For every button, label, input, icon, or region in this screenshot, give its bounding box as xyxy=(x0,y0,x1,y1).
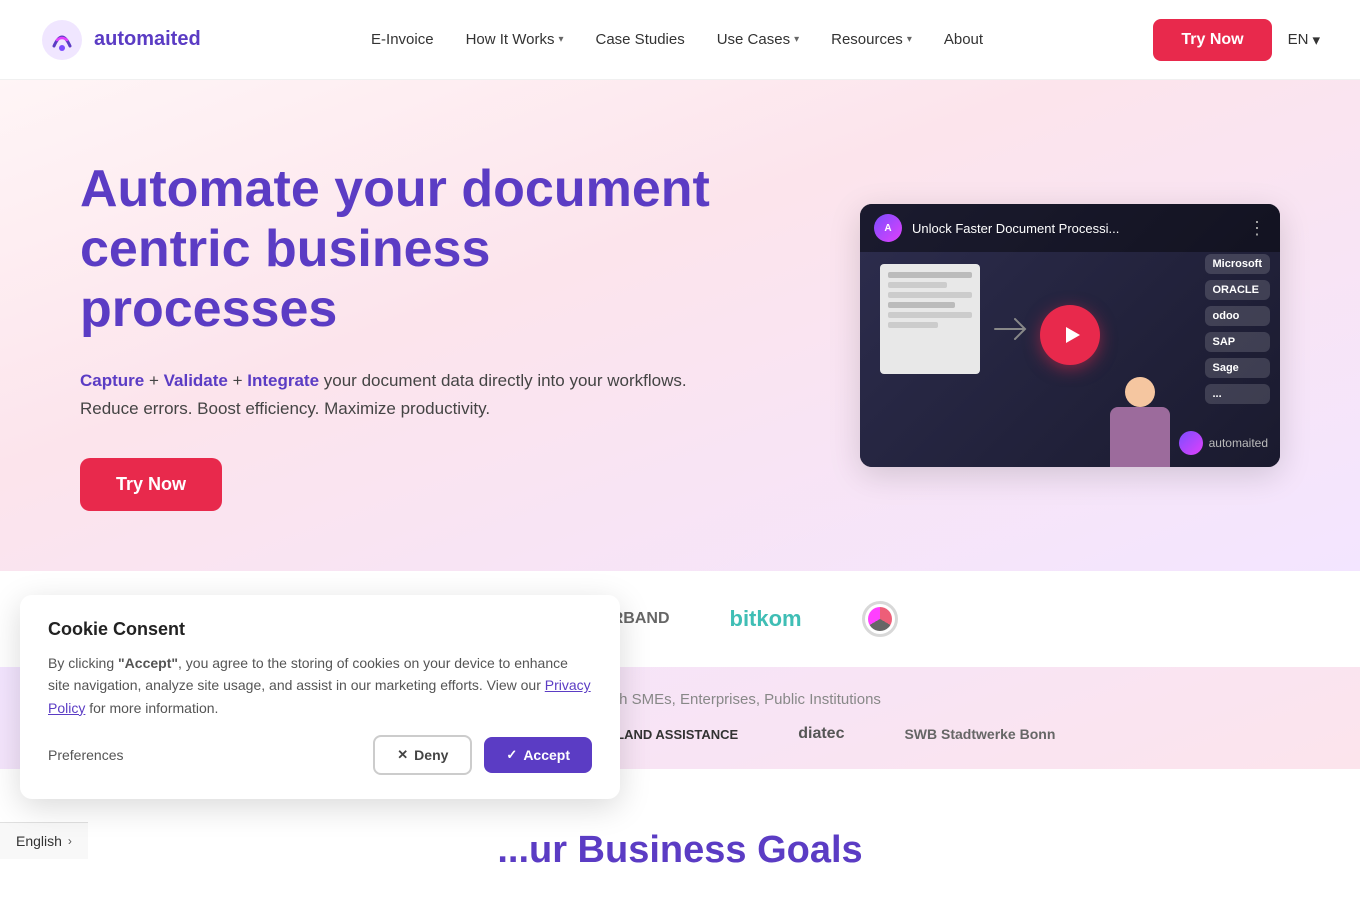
nav-right: Try Now EN ▾ xyxy=(1153,19,1320,61)
cookie-accept-word: "Accept" xyxy=(118,655,178,671)
logo-text: automaited xyxy=(94,28,201,51)
business-title: ...ur Business Goals xyxy=(80,829,1280,872)
hero-capture: Capture xyxy=(80,371,144,390)
lang-bar[interactable]: English › xyxy=(0,822,88,859)
arrow-icon xyxy=(990,314,1030,344)
play-button[interactable] xyxy=(1040,305,1100,365)
cookie-text1: By clicking xyxy=(48,655,118,671)
oracle-circle-icon xyxy=(862,601,898,637)
bitkom-text: bitkom xyxy=(730,606,802,632)
hero-section: Automate your document centric business … xyxy=(0,80,1360,571)
document-preview xyxy=(880,264,980,374)
navbar: automaited E-Invoice How It Works▾ Case … xyxy=(0,0,1360,80)
person-silhouette xyxy=(1100,377,1180,467)
cookie-preferences[interactable]: Preferences xyxy=(48,747,123,763)
hero-left: Automate your document centric business … xyxy=(80,160,720,511)
hero-subtitle: Capture + Validate + Integrate your docu… xyxy=(80,367,720,421)
nav-case-studies[interactable]: Case Studies xyxy=(596,31,685,48)
hero-right: A Unlock Faster Document Processi... ⋮ M… xyxy=(860,204,1280,467)
video-logo-icon: A xyxy=(874,214,902,242)
cookie-text3: for more information. xyxy=(85,700,218,716)
try-now-hero-button[interactable]: Try Now xyxy=(80,458,222,511)
nav-use-cases[interactable]: Use Cases▾ xyxy=(717,31,799,48)
video-title-text: Unlock Faster Document Processi... xyxy=(912,221,1119,236)
nav-einvoice[interactable]: E-Invoice xyxy=(371,31,434,48)
nav-links: E-Invoice How It Works▾ Case Studies Use… xyxy=(371,31,983,48)
cookie-title: Cookie Consent xyxy=(48,619,592,640)
video-bg: A Unlock Faster Document Processi... ⋮ M… xyxy=(860,204,1280,467)
nav-resources[interactable]: Resources▾ xyxy=(831,31,912,48)
nav-how-it-works[interactable]: How It Works▾ xyxy=(466,31,564,48)
accept-check-icon: ✓ xyxy=(506,747,517,763)
hero-title: Automate your document centric business … xyxy=(80,160,720,339)
cookie-accept-button[interactable]: ✓ Accept xyxy=(484,737,592,773)
brand-sap: SAP xyxy=(1205,332,1271,352)
brand-sage: Sage xyxy=(1205,358,1271,378)
oracle-logo xyxy=(862,601,898,637)
try-now-nav-button[interactable]: Try Now xyxy=(1153,19,1271,61)
brand-odoo: odoo xyxy=(1205,306,1271,326)
hero-validate: Validate xyxy=(164,371,228,390)
deny-x-icon: ✕ xyxy=(397,747,408,763)
bitkom-logo: bitkom xyxy=(730,606,802,632)
lang-selector[interactable]: EN ▾ xyxy=(1288,31,1320,49)
swb-text: SWB Stadtwerke Bonn xyxy=(904,726,1055,742)
cookie-consent: Cookie Consent By clicking "Accept", you… xyxy=(20,595,620,799)
cookie-actions: Preferences ✕ Deny ✓ Accept xyxy=(48,735,592,775)
lang-label: EN xyxy=(1288,31,1309,48)
brand-more: ... xyxy=(1205,384,1271,404)
brand-microsoft: Microsoft xyxy=(1205,254,1271,274)
how-it-works-chevron: ▾ xyxy=(558,34,563,45)
oracle-inner-icon xyxy=(868,607,892,631)
hero-plus2: + xyxy=(228,371,247,390)
logo[interactable]: automaited xyxy=(40,18,201,62)
swb-logo: SWB Stadtwerke Bonn xyxy=(904,726,1055,742)
diatec-logo: diatec xyxy=(798,725,844,743)
lang-bar-label: English xyxy=(16,833,62,849)
automaited-watermark: automaited xyxy=(1179,431,1268,455)
hero-plus1: + xyxy=(144,371,163,390)
nav-about[interactable]: About xyxy=(944,31,983,48)
lang-chevron: ▾ xyxy=(1312,31,1320,49)
cookie-body: By clicking "Accept", you agree to the s… xyxy=(48,652,592,719)
use-cases-chevron: ▾ xyxy=(794,34,799,45)
diatec-text: diatec xyxy=(798,725,844,743)
video-brands: Microsoft ORACLE odoo SAP Sage ... xyxy=(1205,254,1271,404)
watermark-text: automaited xyxy=(1209,436,1268,450)
video-thumbnail[interactable]: A Unlock Faster Document Processi... ⋮ M… xyxy=(860,204,1280,467)
cookie-deny-button[interactable]: ✕ Deny xyxy=(373,735,472,775)
video-title-bar: A Unlock Faster Document Processi... ⋮ xyxy=(860,204,1280,252)
video-more-icon: ⋮ xyxy=(1248,218,1266,239)
play-icon xyxy=(1060,323,1084,347)
resources-chevron: ▾ xyxy=(907,34,912,45)
logo-icon xyxy=(40,18,84,62)
watermark-logo-icon xyxy=(1179,431,1203,455)
lang-bar-chevron: › xyxy=(68,834,72,848)
hero-integrate: Integrate xyxy=(247,371,319,390)
brand-oracle: ORACLE xyxy=(1205,280,1271,300)
